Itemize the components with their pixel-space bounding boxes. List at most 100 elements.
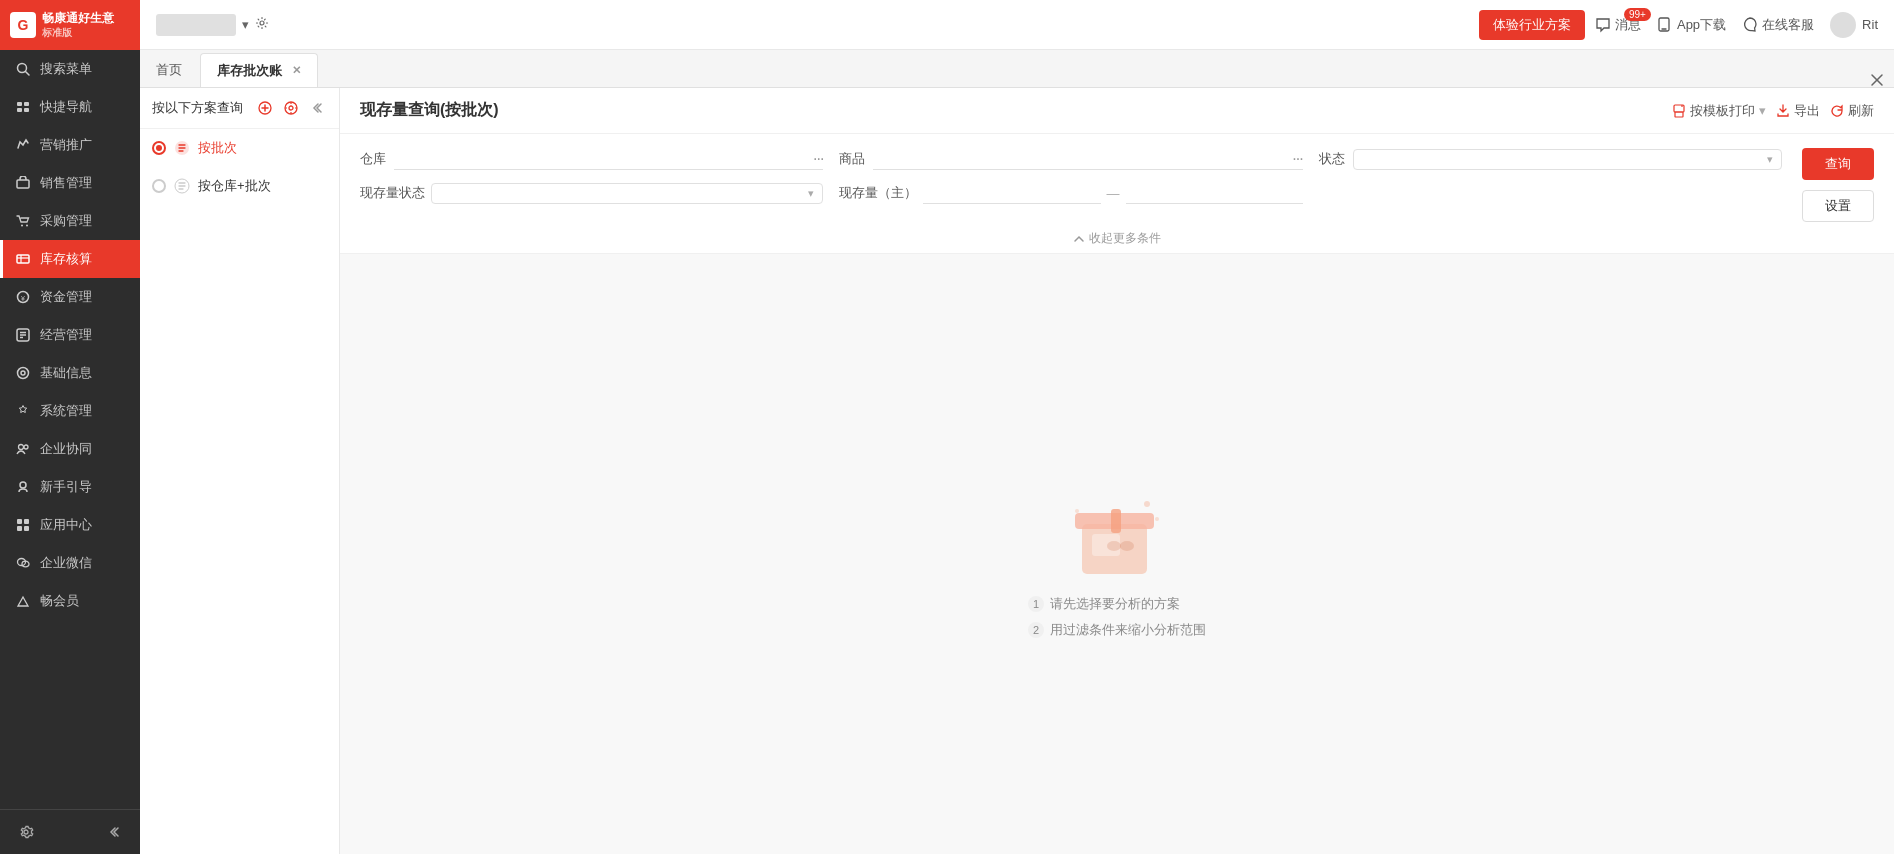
print-dropdown-icon[interactable]: ▾: [1759, 103, 1766, 118]
goods-dots-icon[interactable]: ···: [1292, 150, 1302, 168]
tabbar: 首页 库存批次账 ✕: [140, 50, 1894, 88]
sidebar-item-guide[interactable]: 新手引导: [0, 468, 140, 506]
chevron-down-icon[interactable]: ▾: [242, 17, 249, 32]
warehouse-label: 仓库: [360, 150, 388, 168]
sidebar-nav: 搜索菜单 快捷导航 营销推广: [0, 50, 140, 809]
tab-home[interactable]: 首页: [140, 53, 198, 87]
svg-rect-5: [24, 108, 29, 112]
sidebar-item-marketing[interactable]: 营销推广: [0, 126, 140, 164]
export-button[interactable]: 导出: [1776, 102, 1820, 120]
sidebar-item-label: 快捷导航: [40, 98, 92, 116]
sidebar-item-system[interactable]: 系统管理: [0, 392, 140, 430]
empty-illustration: [1057, 469, 1177, 579]
sidebar-item-member[interactable]: 畅会员: [0, 582, 140, 620]
status-dropdown-icon: ▾: [1767, 153, 1773, 166]
scheme-settings-icon[interactable]: [281, 98, 301, 118]
sales-icon: [14, 174, 32, 192]
status-filter: 状态 ▾: [1319, 149, 1782, 170]
stock-status-select[interactable]: ▾: [431, 183, 823, 204]
collapse-filters-button[interactable]: 收起更多条件: [360, 230, 1874, 247]
sidebar-item-label: 企业协同: [40, 440, 92, 458]
stock-qty-from-input[interactable]: [923, 182, 1100, 204]
scheme-item-batch[interactable]: 按批次: [140, 129, 339, 167]
sidebar-item-label: 系统管理: [40, 402, 92, 420]
svg-point-38: [289, 106, 293, 110]
breadcrumb-input[interactable]: [156, 14, 236, 36]
settings-icon-topbar[interactable]: [255, 16, 269, 33]
tip2-text: 用过滤条件来缩小分析范围: [1050, 621, 1206, 639]
svg-point-29: [260, 21, 264, 25]
sidebar-item-collaborate[interactable]: 企业协同: [0, 430, 140, 468]
scheme-item-warehouse-batch[interactable]: 按仓库+批次: [140, 167, 339, 205]
stock-qty-label: 现存量（主）: [839, 184, 917, 202]
online-service-button[interactable]: 在线客服: [1742, 16, 1814, 34]
query-button[interactable]: 查询: [1802, 148, 1874, 180]
goods-label: 商品: [839, 150, 867, 168]
tab-close-main-icon[interactable]: [1860, 73, 1894, 87]
empty-tip-1: 1 请先选择要分析的方案: [1028, 595, 1206, 613]
refresh-button[interactable]: 刷新: [1830, 102, 1874, 120]
topbar-actions: 消息 99+ App下载 在线客服 Rit: [1595, 12, 1878, 38]
svg-rect-9: [17, 255, 29, 263]
svg-rect-46: [1675, 112, 1683, 117]
collapse-panel-icon[interactable]: [307, 98, 327, 118]
settings-footer-icon[interactable]: [14, 820, 38, 844]
basics-icon: [14, 364, 32, 382]
app-download-button[interactable]: App下载: [1657, 16, 1726, 34]
stock-qty-to-input[interactable]: [1126, 182, 1303, 204]
svg-rect-4: [17, 108, 22, 112]
sidebar-item-basics[interactable]: 基础信息: [0, 354, 140, 392]
stock-status-filter: 现存量状态 ▾: [360, 183, 823, 204]
sidebar-item-inventory[interactable]: 库存核算: [0, 240, 140, 278]
sidebar-item-label: 营销推广: [40, 136, 92, 154]
purchase-icon: [14, 212, 32, 230]
inventory-icon: [14, 250, 32, 268]
sidebar-item-wechat[interactable]: 企业微信: [0, 544, 140, 582]
left-panel-header: 按以下方案查询: [140, 88, 339, 129]
collaborate-icon: [14, 440, 32, 458]
content-area: 按以下方案查询: [140, 88, 1894, 854]
svg-point-18: [18, 368, 29, 379]
system-icon: [14, 402, 32, 420]
tab-close-icon[interactable]: ✕: [292, 64, 301, 77]
sidebar-item-purchase[interactable]: 采购管理: [0, 202, 140, 240]
warehouse-input[interactable]: [394, 148, 813, 169]
sidebar-item-operation[interactable]: 经营管理: [0, 316, 140, 354]
goods-input[interactable]: [873, 148, 1292, 169]
sidebar-item-finance[interactable]: ¥ 资金管理: [0, 278, 140, 316]
svg-point-52: [1144, 501, 1150, 507]
messages-button[interactable]: 消息 99+: [1595, 16, 1641, 34]
main-area: ▾ 体验行业方案 消息 99+: [140, 0, 1894, 854]
settings-button[interactable]: 设置: [1802, 190, 1874, 222]
empty-state: 1 请先选择要分析的方案 2 用过滤条件来缩小分析范围: [340, 254, 1894, 854]
page-header-actions: 按模板打印 ▾ 导出 刷新: [1672, 102, 1874, 120]
stock-qty-dash: —: [1107, 186, 1120, 201]
messages-badge: 99+: [1624, 8, 1651, 21]
svg-rect-51: [1111, 509, 1121, 533]
empty-icon: [1057, 469, 1177, 579]
right-panel: 现存量查询(按批次) 按模板打印 ▾: [340, 88, 1894, 854]
tab-inventory-batch[interactable]: 库存批次账 ✕: [200, 53, 318, 87]
status-select[interactable]: ▾: [1353, 149, 1782, 170]
page-header: 现存量查询(按批次) 按模板打印 ▾: [340, 88, 1894, 134]
svg-rect-23: [17, 519, 22, 524]
empty-tip-2: 2 用过滤条件来缩小分析范围: [1028, 621, 1206, 639]
sidebar-item-quicknav[interactable]: 快捷导航: [0, 88, 140, 126]
sidebar-item-search[interactable]: 搜索菜单: [0, 50, 140, 88]
industry-solution-button[interactable]: 体验行业方案: [1479, 10, 1585, 40]
sidebar-item-label: 新手引导: [40, 478, 92, 496]
side-buttons: 查询 设置: [1802, 148, 1874, 222]
user-profile-button[interactable]: Rit: [1830, 12, 1878, 38]
breadcrumb: ▾: [156, 14, 269, 36]
print-button[interactable]: 按模板打印 ▾: [1672, 102, 1766, 120]
svg-rect-6: [17, 180, 29, 188]
svg-point-8: [26, 225, 28, 227]
empty-tips: 1 请先选择要分析的方案 2 用过滤条件来缩小分析范围: [1028, 595, 1206, 639]
svg-point-53: [1155, 517, 1159, 521]
sidebar-item-sales[interactable]: 销售管理: [0, 164, 140, 202]
collapse-sidebar-icon[interactable]: [102, 820, 126, 844]
warehouse-dots-icon[interactable]: ···: [813, 150, 823, 168]
sidebar-header: G 畅康通好生意 标准版: [0, 0, 140, 50]
add-scheme-button[interactable]: [255, 98, 275, 118]
sidebar-item-apps[interactable]: 应用中心: [0, 506, 140, 544]
